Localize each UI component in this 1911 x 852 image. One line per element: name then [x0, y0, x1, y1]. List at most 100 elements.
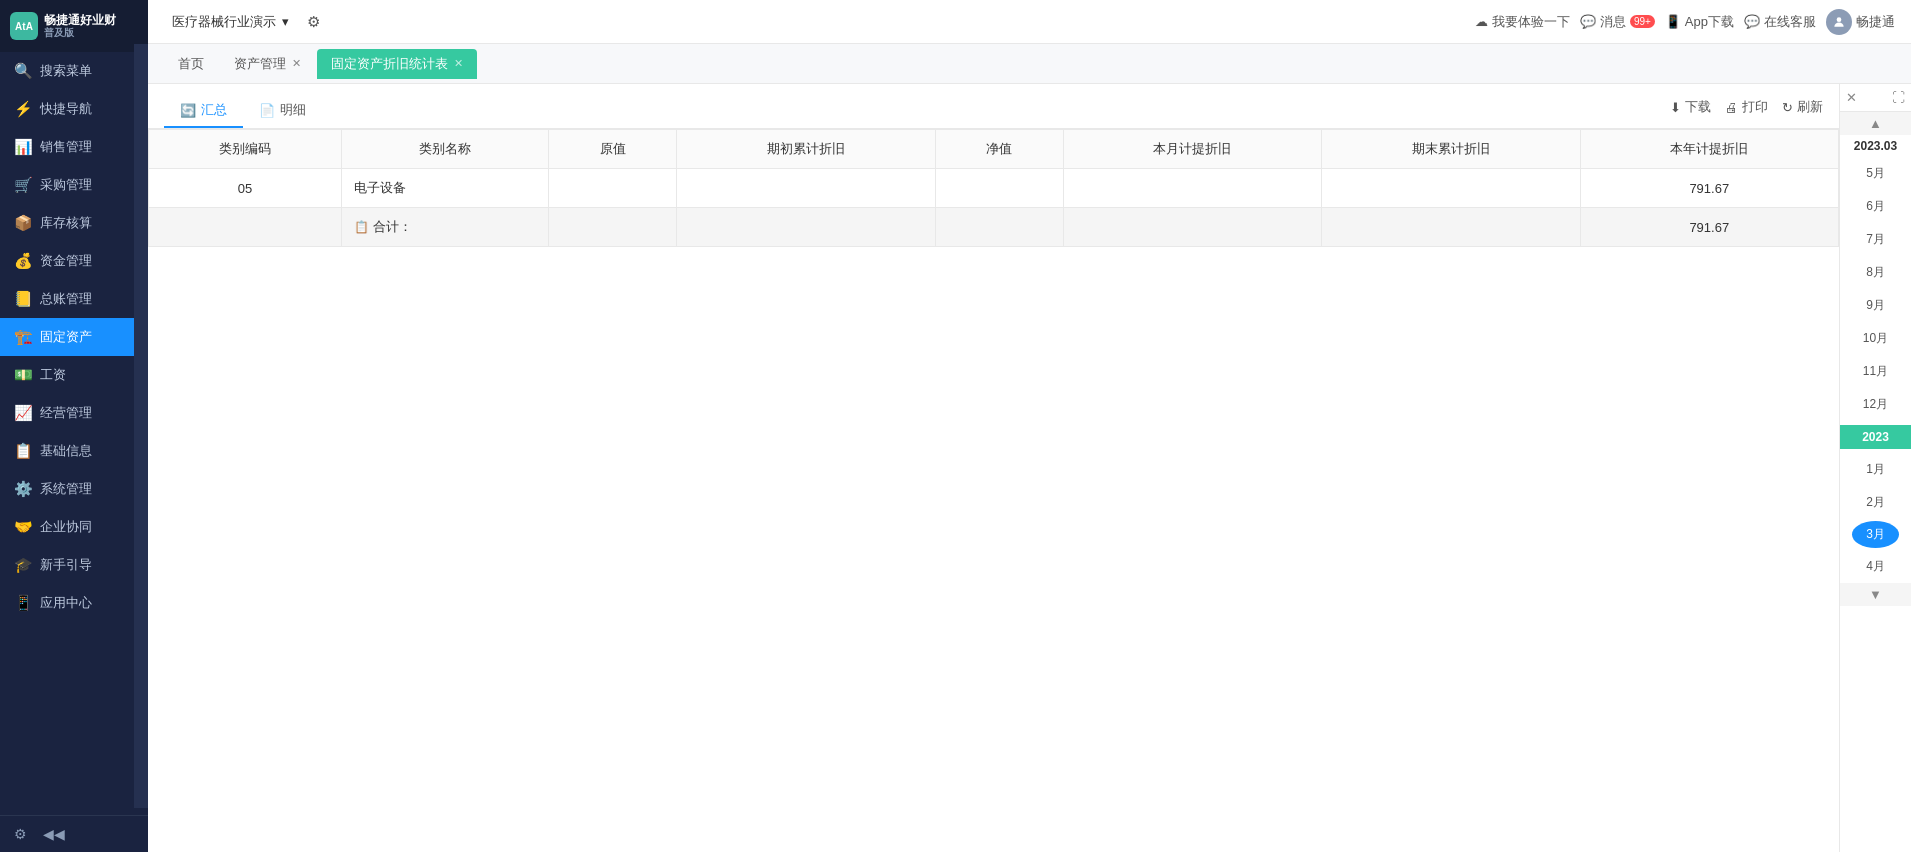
row-original	[549, 169, 677, 208]
basic-icon: 📋	[14, 442, 32, 460]
close-icon[interactable]: ✕	[1846, 90, 1857, 105]
total-row: 📋 合计： 791.67	[149, 208, 1839, 247]
user-area[interactable]: 畅捷通	[1826, 9, 1895, 35]
sub-tab-summary[interactable]: 🔄 汇总	[164, 94, 243, 128]
print-btn[interactable]: 🖨 打印	[1725, 98, 1768, 116]
tab-home-label: 首页	[178, 55, 204, 73]
sidebar-item-guide[interactable]: 🎓 新手引导	[0, 546, 148, 584]
col-month-dep: 本月计提折旧	[1063, 130, 1321, 169]
settings-footer-icon[interactable]: ⚙	[14, 826, 27, 842]
page-inner: 🔄 汇总 📄 明细 ⬇ 下载 🖨 打印	[148, 84, 1911, 852]
month-7[interactable]: 7月	[1840, 223, 1911, 256]
scroll-up-btn[interactable]: ▲	[1840, 112, 1911, 135]
sidebar-item-sales[interactable]: 📊 销售管理	[0, 128, 148, 166]
sidebar-nav: 🔍 搜索菜单 ⚡ 快捷导航 📊 销售管理 🛒 采购管理 📦 库存核算 💰 资金管…	[0, 52, 148, 815]
sidebar-footer: ⚙ ◀◀	[0, 815, 148, 852]
col-year-dep: 本年计提折旧	[1580, 130, 1838, 169]
app-main-title: 畅捷通好业财	[44, 13, 116, 27]
sidebar-item-fixed[interactable]: 🏗️ 固定资产	[0, 318, 148, 356]
experience-btn[interactable]: ☁ 我要体验一下	[1475, 13, 1570, 31]
toolbar-right: ⬇ 下载 🖨 打印 ↻ 刷新	[1670, 98, 1823, 124]
sidebar-item-label: 工资	[40, 366, 66, 384]
month-6[interactable]: 6月	[1840, 190, 1911, 223]
message-label: 消息	[1600, 13, 1626, 31]
ledger-icon: 📒	[14, 290, 32, 308]
month-3-active[interactable]: 3月	[1852, 521, 1899, 548]
sidebar-item-corp[interactable]: 🤝 企业协同	[0, 508, 148, 546]
settings-topbar-icon[interactable]: ⚙	[307, 13, 320, 31]
sub-tab-detail-label: 明细	[280, 101, 306, 119]
sidebar-item-inventory[interactable]: 📦 库存核算	[0, 204, 148, 242]
avatar	[1826, 9, 1852, 35]
sidebar-item-label: 经营管理	[40, 404, 92, 422]
month-8[interactable]: 8月	[1840, 256, 1911, 289]
company-selector[interactable]: 医疗器械行业演示 ▾	[164, 9, 297, 35]
sidebar-item-label: 应用中心	[40, 594, 92, 612]
expand-icon[interactable]: ⛶	[1892, 90, 1905, 105]
sidebar-item-quicknav[interactable]: ⚡ 快捷导航	[0, 90, 148, 128]
refresh-btn[interactable]: ↻ 刷新	[1782, 98, 1823, 116]
sidebar-item-basic[interactable]: 📋 基础信息	[0, 432, 148, 470]
search-icon: 🔍	[14, 62, 32, 80]
col-code: 类别编码	[149, 130, 342, 169]
sub-tab-detail[interactable]: 📄 明细	[243, 94, 322, 128]
sub-tab-row: 🔄 汇总 📄 明细 ⬇ 下载 🖨 打印	[148, 84, 1839, 129]
total-original	[549, 208, 677, 247]
tab-home[interactable]: 首页	[164, 49, 218, 79]
tab-depreciation-label: 固定资产折旧统计表	[331, 55, 448, 73]
table-area: 类别编码 类别名称 原值 期初累计折旧 净值 本月计提折旧 期末累计折旧 本年计…	[148, 129, 1839, 852]
fixed-icon: 🏗️	[14, 328, 32, 346]
year-label: 2023.03	[1840, 135, 1911, 157]
month-5[interactable]: 5月	[1840, 157, 1911, 190]
col-name: 类别名称	[342, 130, 549, 169]
quicknav-icon: ⚡	[14, 100, 32, 118]
sidebar-item-payroll[interactable]: 💵 工资	[0, 356, 148, 394]
sidebar-item-ledger[interactable]: 📒 总账管理	[0, 280, 148, 318]
row-net	[935, 169, 1063, 208]
month-2[interactable]: 2月	[1840, 486, 1911, 519]
sub-tab-summary-label: 汇总	[201, 101, 227, 119]
customer-service-icon: 💬	[1744, 14, 1760, 29]
tab-asset-mgmt[interactable]: 资产管理 ✕	[220, 49, 315, 79]
sidebar-item-label: 快捷导航	[40, 100, 92, 118]
app-download-label: App下载	[1685, 13, 1734, 31]
month-9[interactable]: 9月	[1840, 289, 1911, 322]
refresh-icon: ↻	[1782, 100, 1793, 115]
system-icon: ⚙️	[14, 480, 32, 498]
month-10[interactable]: 10月	[1840, 322, 1911, 355]
month-4[interactable]: 4月	[1840, 550, 1911, 583]
download-btn[interactable]: ⬇ 下载	[1670, 98, 1711, 116]
month-11[interactable]: 11月	[1840, 355, 1911, 388]
scroll-down-btn[interactable]: ▼	[1840, 583, 1911, 606]
row-year-dep: 791.67	[1580, 169, 1838, 208]
inventory-icon: 📦	[14, 214, 32, 232]
sidebar-item-system[interactable]: ⚙️ 系统管理	[0, 470, 148, 508]
col-initial-dep: 期初累计折旧	[677, 130, 935, 169]
sidebar-item-search[interactable]: 🔍 搜索菜单	[0, 52, 148, 90]
sidebar-item-label: 库存核算	[40, 214, 92, 232]
sidebar-item-appcenter[interactable]: 📱 应用中心	[0, 584, 148, 622]
message-btn[interactable]: 💬 消息 99+	[1580, 13, 1655, 31]
sidebar-item-bizmanage[interactable]: 📈 经营管理	[0, 394, 148, 432]
collapse-icon[interactable]: ◀◀	[43, 826, 65, 842]
total-label: 📋 合计：	[342, 208, 549, 247]
main-content: 医疗器械行业演示 ▾ ⚙ ☁ 我要体验一下 💬 消息 99+ 📱 App下载 💬…	[148, 0, 1911, 852]
tab-close-icon[interactable]: ✕	[292, 57, 301, 70]
app-download-btn[interactable]: 📱 App下载	[1665, 13, 1734, 31]
message-badge: 99+	[1630, 15, 1655, 28]
row-initial-dep	[677, 169, 935, 208]
tab-close-active-icon[interactable]: ✕	[454, 57, 463, 70]
month-1[interactable]: 1月	[1840, 453, 1911, 486]
guide-icon: 🎓	[14, 556, 32, 574]
app-sub-title: 普及版	[44, 27, 116, 39]
page-body: 🔄 汇总 📄 明细 ⬇ 下载 🖨 打印	[148, 84, 1839, 852]
sidebar-item-funds[interactable]: 💰 资金管理	[0, 242, 148, 280]
customer-service-btn[interactable]: 💬 在线客服	[1744, 13, 1816, 31]
topbar: 医疗器械行业演示 ▾ ⚙ ☁ 我要体验一下 💬 消息 99+ 📱 App下载 💬…	[148, 0, 1911, 44]
month-12[interactable]: 12月	[1840, 388, 1911, 421]
dropdown-icon: ▾	[282, 14, 289, 29]
tab-depreciation-table[interactable]: 固定资产折旧统计表 ✕	[317, 49, 477, 79]
title-area: 畅捷通好业财 普及版	[44, 13, 116, 39]
row-name: 电子设备	[342, 169, 549, 208]
sidebar-item-purchase[interactable]: 🛒 采购管理	[0, 166, 148, 204]
